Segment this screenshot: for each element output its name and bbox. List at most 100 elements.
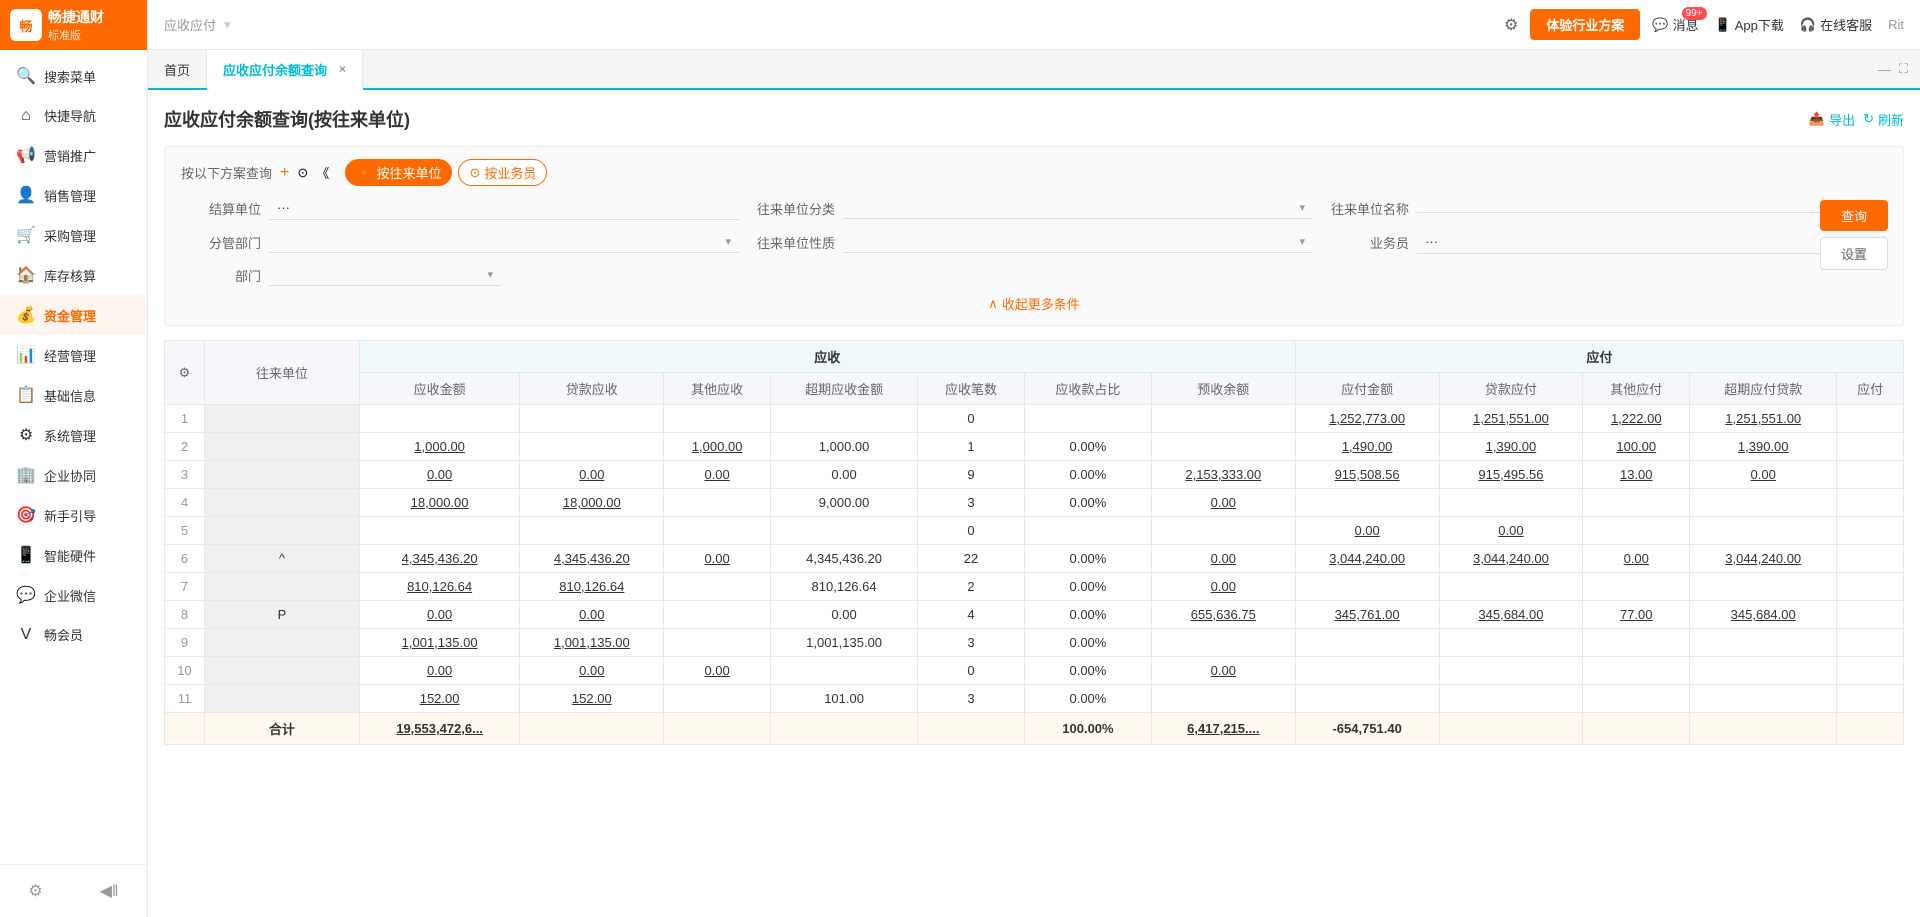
sidebar-item-finance[interactable]: 💰资金管理	[0, 295, 147, 335]
sidebar-item-wechat[interactable]: 💬 企业微信	[0, 575, 147, 615]
sidebar-item-guide[interactable]: 🎯新手引导	[0, 495, 147, 535]
jiesuan-label: 结算单位	[181, 199, 261, 218]
wanglai-fenlei-select[interactable]: ▾	[843, 197, 1313, 219]
user-info[interactable]: Rit	[1888, 17, 1904, 32]
total-cqysje	[771, 713, 918, 745]
scheme2-icon: ⊙	[469, 165, 480, 181]
app-download-btn[interactable]: 📱 App下载	[1715, 15, 1784, 34]
hardware-icon: 📱	[16, 545, 36, 565]
bumen-arrow: ▾	[487, 268, 493, 281]
fullscreen-icon[interactable]: ⛶	[1899, 61, 1908, 77]
minimize-icon[interactable]: —	[1878, 62, 1891, 77]
app-icon: 📱	[1715, 17, 1731, 33]
total-yszzb: 100.00%	[1024, 713, 1151, 745]
notification-btn[interactable]: 💬 消息 99+	[1652, 15, 1698, 34]
total-row: 合计 19,553,472,6... 100.00% 6,417,215....…	[165, 713, 1904, 745]
search-label: 搜索菜单	[44, 67, 96, 86]
header-settings-icon[interactable]: ⚙	[1504, 15, 1518, 35]
sidebar-item-vip[interactable]: V畅会员	[0, 615, 147, 654]
corp-label: 企业协同	[44, 466, 96, 485]
col-qtys: 其他应收	[664, 373, 771, 405]
solution-btn[interactable]: 体验行业方案	[1530, 9, 1640, 40]
filter-collapse-icon[interactable]: 《	[316, 163, 329, 182]
tab-home[interactable]: 首页	[148, 50, 207, 88]
refresh-btn[interactable]: ↻ 刷新	[1863, 110, 1904, 129]
wanglai-xingzhi-select[interactable]: ▾	[843, 231, 1313, 253]
finance-icon: 💰	[16, 305, 36, 325]
wanglai-fenlei-label: 往来单位分类	[755, 199, 835, 218]
sidebar-item-marketing[interactable]: 📢营销推广	[0, 135, 147, 175]
page-content: 应收应付余额查询(按往来单位) 📤 导出 ↻ 刷新 按以下方案查询 + ⊙ 《	[148, 90, 1920, 917]
page-title: 应收应付余额查询(按往来单位)	[164, 106, 410, 132]
settings-btn[interactable]: 设置	[1820, 237, 1888, 270]
col-yszzb: 应收款占比	[1024, 373, 1151, 405]
sidebar-item-hardware[interactable]: 📱智能硬件	[0, 535, 147, 575]
sidebar-item-search[interactable]: 🔍搜索菜单	[0, 56, 147, 96]
quick-icon: ⌂	[16, 107, 36, 125]
fenguan-label: 分管部门	[181, 233, 261, 252]
bumen-label: 部门	[181, 266, 261, 285]
collapse-btn[interactable]: ∧ 收起更多条件	[988, 294, 1080, 313]
sidebar-item-operations[interactable]: 📊经营管理	[0, 335, 147, 375]
tab-fullscreen-btns: — ⛶	[1866, 50, 1920, 88]
yewuyuan-input[interactable]: ···	[1417, 230, 1887, 254]
col-yfje: 应付金额	[1295, 373, 1439, 405]
sidebar-item-quick[interactable]: ⌂快捷导航	[0, 96, 147, 135]
corp-icon: 🏢	[16, 465, 36, 485]
table-row: 91,001,135.001,001,135.001,001,135.0030.…	[165, 629, 1904, 657]
wanglai-xingzhi-label: 往来单位性质	[755, 233, 835, 252]
page-actions: 📤 导出 ↻ 刷新	[1809, 110, 1904, 129]
sidebar-item-basic[interactable]: 📋基础信息	[0, 375, 147, 415]
wechat-icon: 💬	[16, 585, 36, 605]
refresh-label: 刷新	[1878, 110, 1904, 129]
inventory-label: 库存核算	[44, 266, 96, 285]
sidebar-item-purchase[interactable]: 🛒采购管理	[0, 215, 147, 255]
main-area: 首页 应收应付余额查询 × — ⛶ 应收应付余额查询(按往来单位) 📤 导出 ↻…	[148, 50, 1920, 917]
filter-settings-icon[interactable]: ⊙	[297, 165, 308, 181]
basic-label: 基础信息	[44, 386, 96, 405]
inventory-icon: 🏠	[16, 265, 36, 285]
scheme1-icon: 🔸	[356, 165, 372, 181]
sidebar-item-corp[interactable]: 🏢 企业协同	[0, 455, 147, 495]
bumen-select[interactable]: ▾	[269, 264, 501, 286]
sidebar-item-system[interactable]: ⚙系统管理	[0, 415, 147, 455]
collapse-icon: ∧	[988, 296, 998, 312]
jiesuan-input[interactable]: ···	[269, 196, 739, 220]
online-service-btn[interactable]: 🎧 在线客服	[1800, 15, 1872, 34]
breadcrumb-text: 应收应付	[164, 15, 216, 34]
wanglai-fenlei-arrow: ▾	[1299, 201, 1305, 214]
vip-label: 畅会员	[44, 625, 83, 644]
table-row: 7810,126.64810,126.64810,126.6420.00%0.0…	[165, 573, 1904, 601]
guide-icon: 🎯	[16, 505, 36, 525]
query-btn[interactable]: 查询	[1820, 200, 1888, 231]
sidebar-item-inventory[interactable]: 🏠 库存核算	[0, 255, 147, 295]
data-table: ⚙ 往来单位 应收 应付 应收金额 贷款应收 其他应收 超期应收金额 应收笔数 …	[164, 340, 1904, 745]
export-icon: 📤	[1809, 111, 1825, 127]
system-label: 系统管理	[44, 426, 96, 445]
logo-icon: 畅	[10, 9, 42, 41]
sidebar: 畅 畅捷通财 标准版 🔍搜索菜单⌂快捷导航📢营销推广👤销售管理🛒采购管理🏠库存核…	[0, 0, 148, 917]
wanglai-name-input[interactable]	[1417, 204, 1887, 213]
tab-bar: 首页 应收应付余额查询 × — ⛶	[148, 50, 1920, 90]
filter-add-btn[interactable]: +	[280, 164, 289, 182]
export-btn[interactable]: 📤 导出	[1809, 110, 1855, 129]
active-tab-label: 应收应付余额查询	[223, 60, 327, 79]
tab-active[interactable]: 应收应付余额查询 ×	[207, 50, 363, 90]
sidebar-toggle-btn[interactable]: ◀‖	[94, 875, 125, 907]
header-breadcrumb: 应收应付 ▾	[164, 15, 1492, 34]
total-ysye[interactable]: 6,417,215....	[1151, 713, 1295, 745]
scheme-yewuyuan[interactable]: ⊙ 按业务员	[458, 159, 547, 186]
wechat-label: 企业微信	[44, 586, 96, 605]
scheme-wanglai[interactable]: 🔸 按往来单位	[345, 159, 452, 186]
fenguan-select[interactable]: ▾	[269, 231, 739, 253]
sidebar-settings-btn[interactable]: ⚙	[22, 875, 48, 907]
sidebar-item-sales[interactable]: 👤销售管理	[0, 175, 147, 215]
table-row: 500.000.00	[165, 517, 1904, 545]
logo-subtitle: 标准版	[48, 27, 104, 43]
tab-close-icon[interactable]: ×	[339, 62, 346, 76]
operations-label: 经营管理	[44, 346, 96, 365]
col-ysye: 预收余额	[1151, 373, 1295, 405]
total-ysje[interactable]: 19,553,472,6...	[359, 713, 520, 745]
export-label: 导出	[1829, 110, 1855, 129]
service-icon: 🎧	[1800, 17, 1816, 33]
